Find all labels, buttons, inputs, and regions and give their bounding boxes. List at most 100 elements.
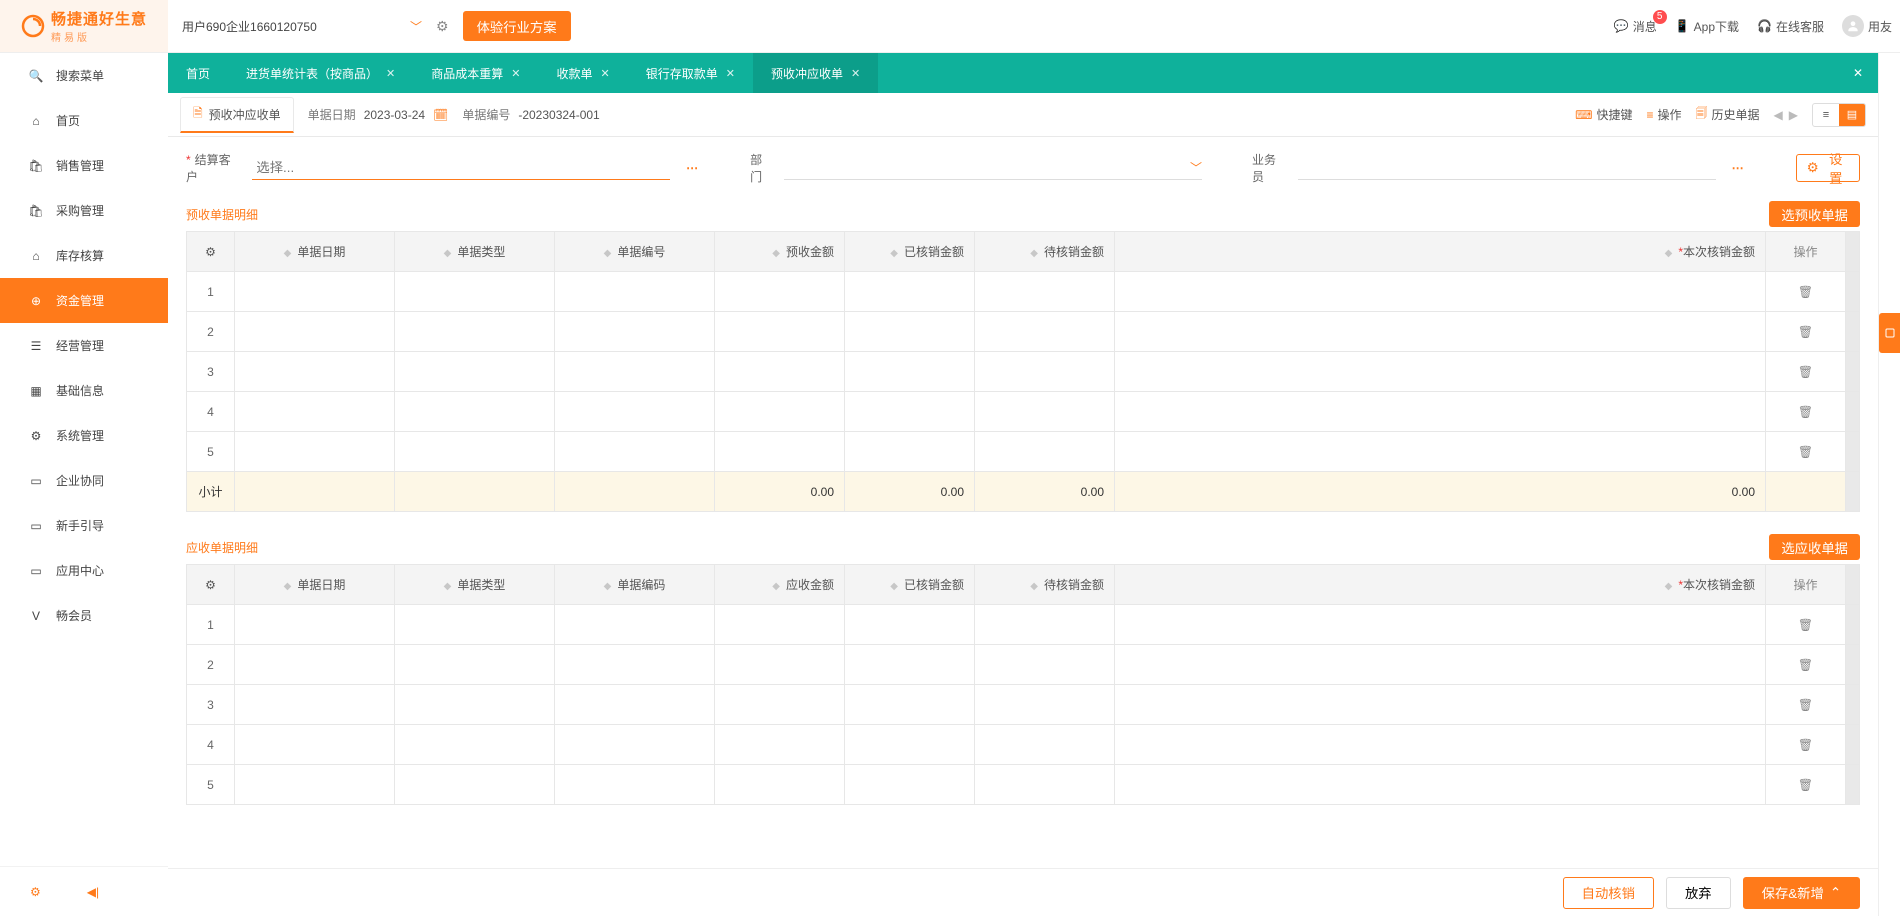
table-row[interactable]: 1🗑 bbox=[187, 605, 1860, 645]
view-card-icon[interactable]: ▤ bbox=[1839, 104, 1865, 126]
gear-icon[interactable]: ⚙ bbox=[436, 18, 449, 35]
table-row[interactable]: 4🗑 bbox=[187, 725, 1860, 765]
trash-icon[interactable]: 🗑 bbox=[1798, 325, 1813, 339]
sidebar-item-label: 应用中心 bbox=[56, 562, 104, 579]
table-row[interactable]: 3🗑 bbox=[187, 352, 1860, 392]
sidebar-icon: ⚙ bbox=[28, 428, 44, 444]
sales-picker-icon[interactable]: ⋯ bbox=[1732, 161, 1746, 175]
table-row[interactable]: 5🗑 bbox=[187, 432, 1860, 472]
trash-icon[interactable]: 🗑 bbox=[1798, 285, 1813, 299]
sort-icon[interactable]: ◆ bbox=[890, 581, 898, 592]
sort-icon[interactable]: ◆ bbox=[604, 248, 612, 259]
account-selector[interactable]: 用户690企业1660120750 ﹀ bbox=[182, 18, 422, 35]
history-link[interactable]: 🗐历史单据 bbox=[1696, 104, 1760, 125]
view-list-icon[interactable]: ≡ bbox=[1813, 104, 1839, 126]
tab[interactable]: 商品成本重算 ✕ bbox=[413, 53, 538, 93]
trash-icon[interactable]: 🗑 bbox=[1798, 405, 1813, 419]
discard-button[interactable]: 放弃 bbox=[1666, 877, 1731, 909]
auto-writeoff-button[interactable]: 自动核销 bbox=[1563, 877, 1654, 909]
settings-button[interactable]: ⚙ 设置 bbox=[1796, 154, 1860, 182]
doc-tab[interactable]: 🗎 预收冲应收单 bbox=[180, 97, 294, 133]
sidebar-item[interactable]: ⌂库存核算 bbox=[0, 233, 168, 278]
sidebar-item[interactable]: ▭应用中心 bbox=[0, 548, 168, 593]
tab[interactable]: 首页 bbox=[168, 53, 228, 93]
collapse-sidebar-icon[interactable]: ◀| bbox=[87, 885, 99, 899]
calendar-icon[interactable]: 🗓 bbox=[433, 108, 448, 122]
close-icon[interactable]: ✕ bbox=[726, 67, 735, 80]
support-link[interactable]: 🎧 在线客服 bbox=[1757, 18, 1824, 35]
logo: 畅捷通好生意 精易版 bbox=[0, 0, 168, 52]
sort-icon[interactable]: ◆ bbox=[1030, 581, 1038, 592]
customer-picker-icon[interactable]: ⋯ bbox=[686, 161, 700, 175]
table-row[interactable]: 2🗑 bbox=[187, 312, 1860, 352]
sidebar-item[interactable]: ☰经营管理 bbox=[0, 323, 168, 368]
messages-link[interactable]: 💬 消息 5 bbox=[1614, 18, 1657, 35]
experience-button[interactable]: 体验行业方案 bbox=[463, 11, 571, 41]
sort-icon[interactable]: ◆ bbox=[1665, 581, 1673, 592]
sidebar-item[interactable]: V畅会员 bbox=[0, 593, 168, 638]
sidebar-item[interactable]: ▦基础信息 bbox=[0, 368, 168, 413]
table-row[interactable]: 5🗑 bbox=[187, 765, 1860, 805]
table-row[interactable]: 3🗑 bbox=[187, 685, 1860, 725]
table-row[interactable]: 2🗑 bbox=[187, 645, 1860, 685]
gear-icon[interactable]: ⚙ bbox=[205, 578, 216, 592]
sidebar-item[interactable]: 🛍采购管理 bbox=[0, 188, 168, 233]
next-doc-icon[interactable]: ▶ bbox=[1789, 108, 1798, 122]
gear-icon[interactable]: ⚙ bbox=[205, 245, 216, 259]
close-icon[interactable]: ✕ bbox=[386, 67, 395, 80]
save-and-new-button[interactable]: 保存&新增 ⌃ bbox=[1743, 877, 1860, 909]
select-receivable-button[interactable]: 选应收单据 bbox=[1769, 534, 1860, 560]
sort-icon[interactable]: ◆ bbox=[772, 248, 780, 259]
trash-icon[interactable]: 🗑 bbox=[1798, 618, 1813, 632]
trash-icon[interactable]: 🗑 bbox=[1798, 738, 1813, 752]
prev-doc-icon[interactable]: ◀ bbox=[1774, 108, 1783, 122]
close-icon[interactable]: ✕ bbox=[601, 67, 610, 80]
close-icon: ✕ bbox=[1853, 66, 1863, 80]
sales-select[interactable] bbox=[1298, 156, 1716, 180]
ops-link[interactable]: ≡操作 bbox=[1646, 106, 1681, 123]
table-row[interactable]: 4🗑 bbox=[187, 392, 1860, 432]
dept-select[interactable]: ﹀ bbox=[784, 156, 1202, 180]
sidebar-item[interactable]: 🔍搜索菜单 bbox=[0, 53, 168, 98]
sort-icon[interactable]: ◆ bbox=[444, 248, 452, 259]
sidebar-item[interactable]: ⌂首页 bbox=[0, 98, 168, 143]
sort-icon[interactable]: ◆ bbox=[444, 581, 452, 592]
sidebar-item[interactable]: ⊕资金管理 bbox=[0, 278, 168, 323]
shortcut-link[interactable]: ⌨快捷键 bbox=[1575, 106, 1632, 123]
close-icon[interactable]: ✕ bbox=[511, 67, 520, 80]
trash-icon[interactable]: 🗑 bbox=[1798, 445, 1813, 459]
settings-gear-icon[interactable]: ⚙ bbox=[30, 885, 41, 899]
app-download-link[interactable]: 📱 App下载 bbox=[1675, 18, 1739, 35]
customer-input[interactable] bbox=[252, 156, 670, 180]
sort-icon[interactable]: ◆ bbox=[1030, 248, 1038, 259]
sidebar-item[interactable]: ▭企业协同 bbox=[0, 458, 168, 503]
trash-icon[interactable]: 🗑 bbox=[1798, 698, 1813, 712]
trash-icon[interactable]: 🗑 bbox=[1798, 658, 1813, 672]
sidebar-item-label: 资金管理 bbox=[56, 292, 104, 309]
sidebar-item[interactable]: ⚙系统管理 bbox=[0, 413, 168, 458]
tab[interactable]: 预收冲应收单✕ bbox=[753, 53, 878, 93]
sort-icon[interactable]: ◆ bbox=[284, 581, 292, 592]
sort-icon[interactable]: ◆ bbox=[604, 581, 612, 592]
sort-icon[interactable]: ◆ bbox=[1665, 248, 1673, 259]
sort-icon[interactable]: ◆ bbox=[772, 581, 780, 592]
sidebar-item-label: 基础信息 bbox=[56, 382, 104, 399]
tab[interactable]: 收款单✕ bbox=[538, 53, 627, 93]
sidebar-item[interactable]: ▭新手引导 bbox=[0, 503, 168, 548]
table-row[interactable]: 1🗑 bbox=[187, 272, 1860, 312]
sidebar-item[interactable]: 🛍销售管理 bbox=[0, 143, 168, 188]
doc-date-value[interactable]: 2023-03-24 bbox=[364, 108, 425, 122]
select-prepay-button[interactable]: 选预收单据 bbox=[1769, 201, 1860, 227]
close-icon[interactable]: ✕ bbox=[851, 67, 860, 80]
tab-label: 商品成本重算 bbox=[431, 65, 503, 82]
tab[interactable]: 进货单统计表（按商品）✕ bbox=[228, 53, 413, 93]
tab[interactable]: 银行存取款单✕ bbox=[628, 53, 753, 93]
sort-icon[interactable]: ◆ bbox=[284, 248, 292, 259]
trash-icon[interactable]: 🗑 bbox=[1798, 365, 1813, 379]
user-menu[interactable]: 用友 bbox=[1842, 15, 1892, 37]
gutter-button[interactable] bbox=[1879, 313, 1900, 353]
sort-icon[interactable]: ◆ bbox=[890, 248, 898, 259]
close-all-tabs[interactable]: ✕ bbox=[1838, 53, 1878, 93]
trash-icon[interactable]: 🗑 bbox=[1798, 778, 1813, 792]
sidebar-icon: ▭ bbox=[28, 518, 44, 534]
